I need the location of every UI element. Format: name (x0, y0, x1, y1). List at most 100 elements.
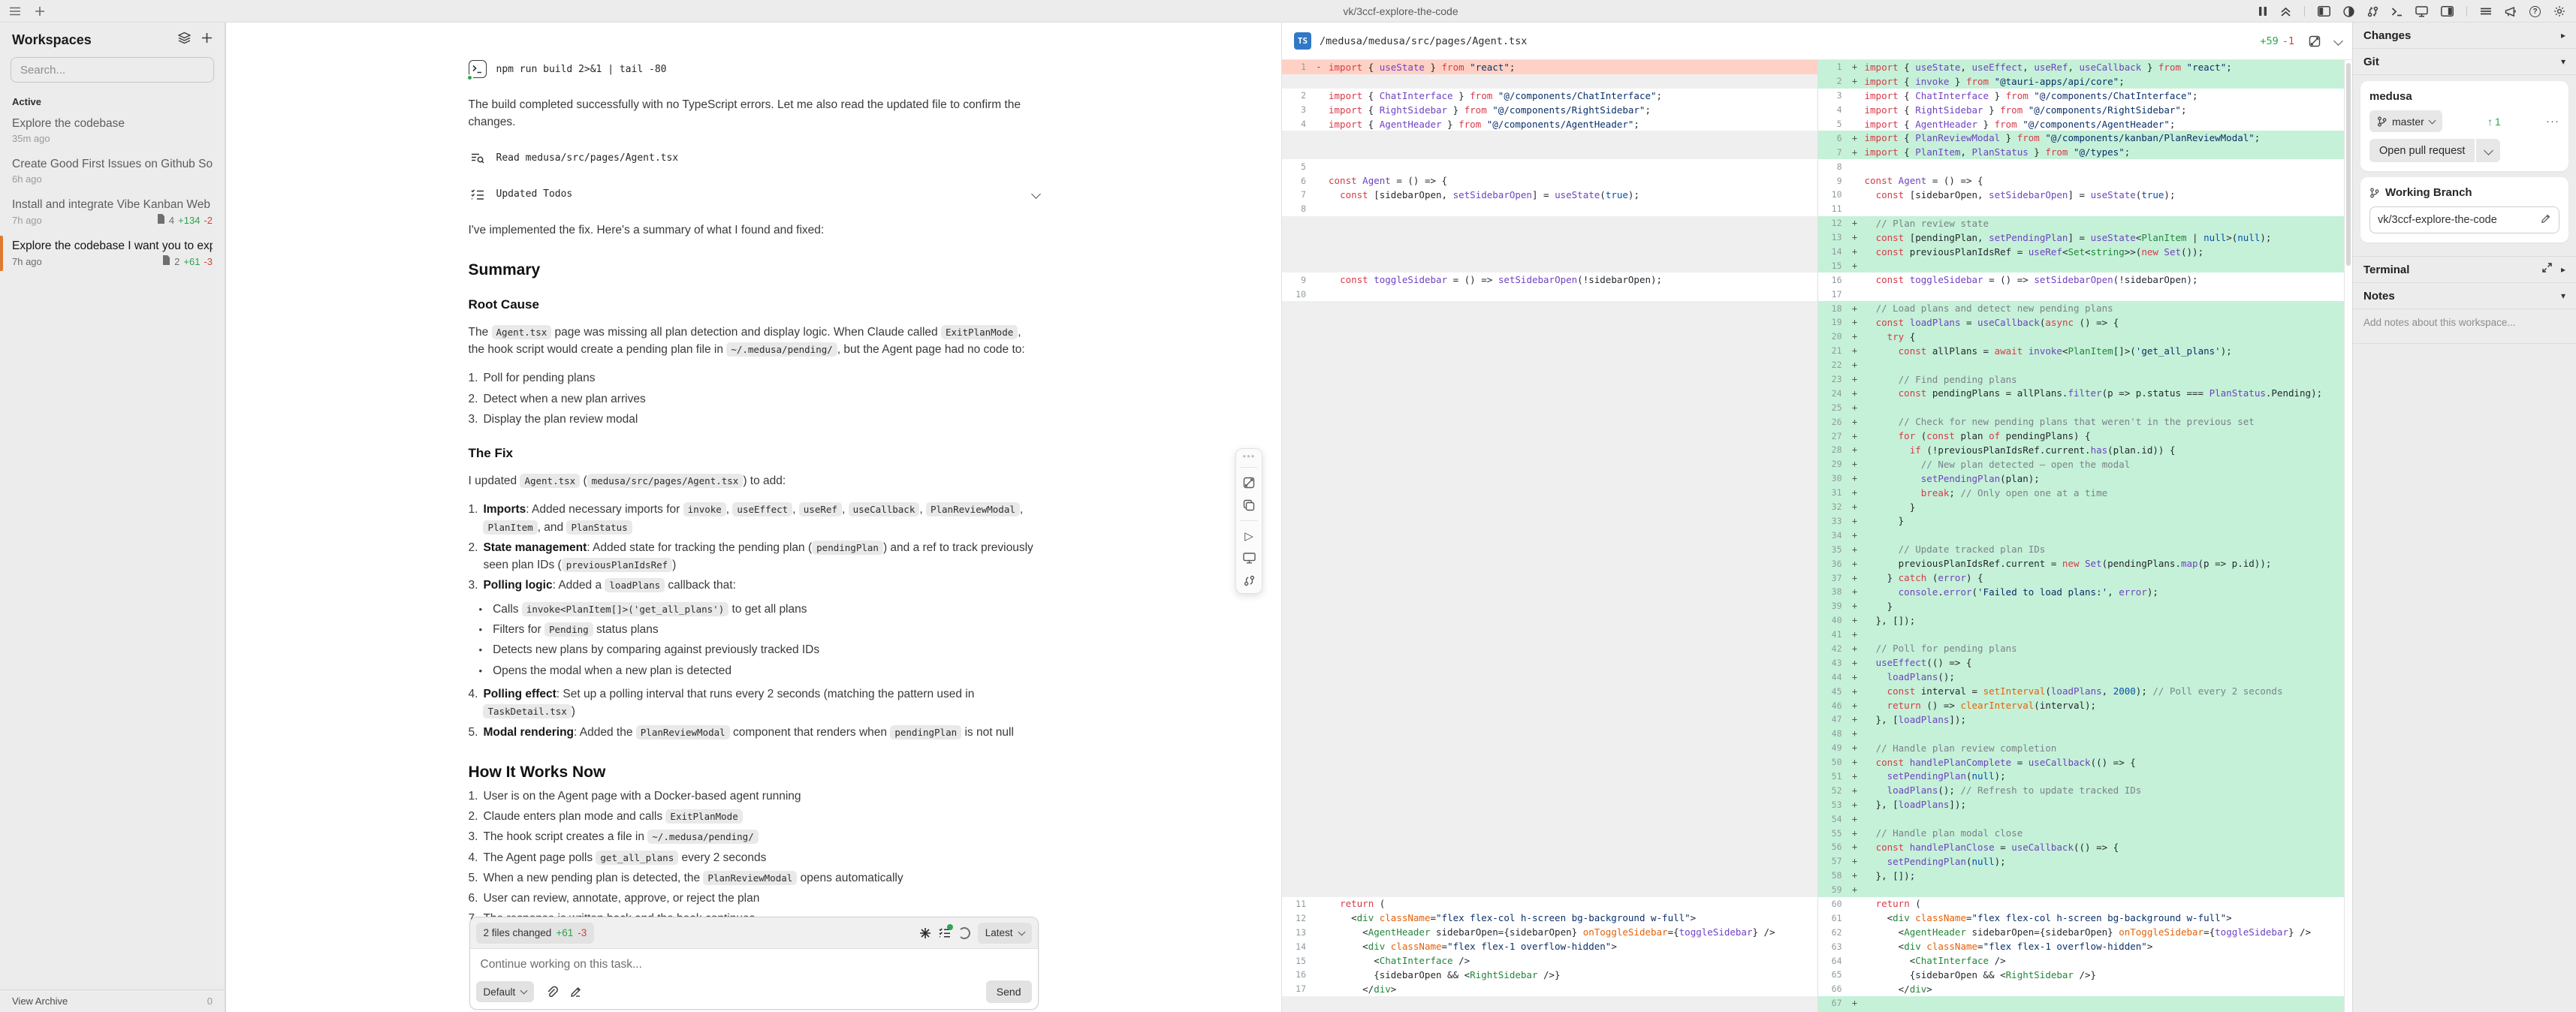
tool-call-row[interactable]: npm run build 2>&1 | tail -80 (469, 60, 1039, 78)
line-number: 53 (1818, 800, 1845, 810)
monitor-icon[interactable] (1240, 551, 1258, 566)
diff-view-icon[interactable] (1240, 475, 1258, 490)
pull-request-dropdown[interactable] (2476, 139, 2500, 162)
settings-icon[interactable] (2553, 5, 2565, 17)
diff-view-mode-icon[interactable] (2309, 35, 2321, 47)
panel-left-icon[interactable] (2318, 6, 2330, 17)
tool-call-row[interactable]: Updated Todos (469, 185, 1039, 203)
diff-row: 55+ // Handle plan modal close (1818, 826, 2353, 840)
chevron-down-icon: ▾ (2561, 291, 2565, 301)
diff-scrollbar[interactable] (2344, 60, 2352, 1012)
workspace-search-input[interactable] (11, 57, 214, 83)
section-git[interactable]: Git ▾ (2353, 49, 2576, 75)
tool-call-row[interactable]: Read medusa/src/pages/Agent.tsx (469, 149, 1039, 167)
drag-handle-icon[interactable]: ••• (1243, 453, 1256, 459)
diff-row (1282, 826, 1817, 840)
section-changes[interactable]: Changes ▸ (2353, 23, 2576, 49)
workspace-time: 35m ago (12, 133, 50, 144)
copy-icon[interactable] (1240, 498, 1258, 513)
panel-right-icon[interactable] (2441, 6, 2454, 17)
mode-dropdown[interactable]: Default (476, 981, 535, 1002)
monitor-icon[interactable] (2415, 6, 2428, 17)
message-input[interactable] (481, 958, 1027, 971)
diff-row: 10 (1282, 287, 1817, 301)
code-line: if (!previousPlanIdsRef.current.has(plan… (1865, 444, 2353, 456)
collapse-all-icon[interactable] (2280, 6, 2291, 17)
menu-lines-icon[interactable] (2480, 7, 2492, 16)
list-item: 4.The Agent page polls get_all_plans eve… (469, 849, 1039, 866)
line-number: 1 (1818, 62, 1845, 72)
more-options-icon[interactable]: ··· (2546, 115, 2559, 128)
run-icon[interactable]: ▷ (1240, 529, 1258, 544)
diff-row (1282, 755, 1817, 770)
mode-label: Default (484, 986, 516, 998)
todos-status-icon[interactable] (939, 927, 951, 938)
section-terminal[interactable]: Terminal ▸ (2353, 257, 2576, 283)
new-workspace-icon[interactable] (201, 32, 213, 47)
latest-dropdown[interactable]: Latest (978, 923, 1032, 944)
diff-row: 64 <ChatInterface /> (1818, 953, 2353, 968)
branch-selector[interactable]: master (2369, 110, 2442, 132)
diff-row: 40+ }, []); (1818, 613, 2353, 628)
edit-branch-icon[interactable] (2541, 213, 2551, 227)
diff-marker: + (1845, 76, 1865, 86)
section-notes[interactable]: Notes ▾ (2353, 283, 2576, 309)
diff-row: 46+ return () => clearInterval(interval)… (1818, 698, 2353, 712)
line-number: 14 (1818, 246, 1845, 257)
workspace-time: 7h ago (12, 256, 42, 267)
diff-marker: + (1845, 771, 1865, 782)
diff-row: 12 <div className="flex flex-col h-scree… (1282, 911, 1817, 925)
diff-marker: + (1845, 856, 1865, 866)
files-changed-badge[interactable]: 2 files changed +61 -3 (476, 923, 595, 944)
workspace-item[interactable]: Explore the codebase I want you to expl7… (0, 233, 225, 274)
diff-marker: + (1845, 658, 1865, 668)
diff-row (1282, 585, 1817, 599)
paperclip-icon[interactable] (546, 986, 558, 998)
diff-row: 38+ console.error('Failed to load plans:… (1818, 585, 2353, 599)
git-compare-icon[interactable] (2367, 6, 2378, 17)
diff-file-header[interactable]: TS /medusa/medusa/src/pages/Agent.tsx +5… (1282, 23, 2352, 60)
layers-icon[interactable] (178, 32, 191, 48)
workspace-list: Explore the codebase35m agoCreate Good F… (0, 110, 225, 989)
expand-icon[interactable] (2542, 263, 2552, 276)
menu-icon[interactable] (9, 6, 21, 17)
diff-marker: + (1845, 473, 1865, 483)
list-item: 2.Claude enters plan mode and calls Exit… (469, 808, 1039, 825)
titlebar: vk/3ccf-explore-the-code ? (0, 0, 2576, 23)
conversation-scroll-area[interactable]: npm run build 2>&1 | tail -80The build c… (226, 23, 1281, 925)
composer: 2 files changed +61 -3 Latest (469, 917, 1039, 1010)
diff-row: 48+ (1818, 727, 2353, 741)
theme-icon[interactable] (2343, 6, 2354, 17)
add-icon[interactable] (35, 6, 45, 17)
send-button[interactable]: Send (986, 980, 1032, 1003)
line-number: 40 (1818, 615, 1845, 625)
code-line: <div className="flex flex-1 overflow-hid… (1865, 941, 2353, 952)
view-archive-link[interactable]: View Archive (12, 995, 68, 1007)
terminal-icon[interactable] (2391, 7, 2403, 17)
workspace-diff-stats: 2+61-3 (162, 255, 213, 267)
notes-placeholder[interactable]: Add notes about this workspace... (2353, 309, 2576, 344)
collapse-file-icon[interactable] (2335, 38, 2342, 44)
code-line: const Agent = () => { (1865, 175, 2353, 186)
git-compare-icon[interactable] (1240, 574, 1258, 589)
help-icon[interactable]: ? (2529, 6, 2541, 17)
pen-icon[interactable] (570, 986, 582, 998)
pause-icon[interactable] (2258, 6, 2267, 17)
megaphone-icon[interactable] (2505, 6, 2517, 17)
line-number: 1 (1282, 62, 1309, 72)
line-number: 24 (1818, 388, 1845, 399)
diff-row (1282, 670, 1817, 684)
chevron-down-icon[interactable] (1031, 189, 1041, 199)
code-line: setPendingPlan(plan); (1865, 473, 2353, 484)
ordered-list: 1.Poll for pending plans2.Detect when a … (469, 369, 1039, 428)
spark-icon[interactable] (919, 927, 931, 939)
diff-row: 15 <ChatInterface /> (1282, 953, 1817, 968)
workspace-item[interactable]: Explore the codebase35m ago (0, 110, 225, 151)
working-branch-input[interactable] (2378, 214, 2536, 226)
open-pull-request-button[interactable]: Open pull request (2369, 139, 2475, 162)
workspace-item[interactable]: Install and integrate Vibe Kanban Web G7… (0, 191, 225, 233)
line-number: 63 (1818, 941, 1845, 952)
list-item: 6.User can review, annotate, approve, or… (469, 890, 1039, 907)
workspace-item[interactable]: Create Good First Issues on Github So p6… (0, 151, 225, 191)
diff-marker: + (1845, 814, 1865, 824)
